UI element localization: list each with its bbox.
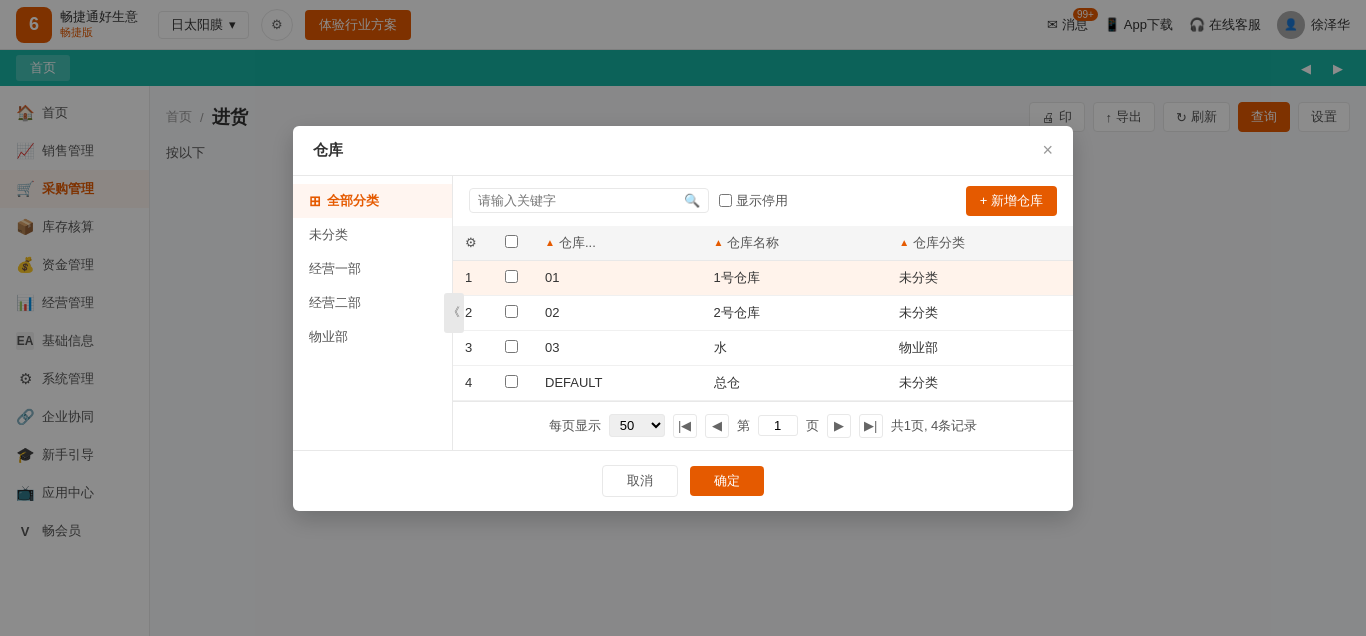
sort-cat-icon: ▲ (899, 237, 909, 248)
table-body: 1 01 1号仓库 未分类 2 02 2号仓库 (453, 260, 1073, 400)
first-page-button[interactable]: |◀ (673, 414, 697, 438)
row-check (493, 365, 533, 400)
row-name: 水 (702, 330, 888, 365)
page-label: 第 (737, 417, 750, 435)
show-disabled-check[interactable] (719, 194, 732, 207)
table-row[interactable]: 2 02 2号仓库 未分类 (453, 295, 1073, 330)
total-label: 共1页, 4条记录 (891, 417, 978, 435)
table-row[interactable]: 3 03 水 物业部 (453, 330, 1073, 365)
search-box: 🔍 (469, 188, 709, 213)
category-panel: ⊞ 全部分类 未分类 经营一部 经营二部 物业部 《 (293, 176, 453, 450)
last-page-button[interactable]: ▶| (859, 414, 883, 438)
row-category: 未分类 (887, 260, 1073, 295)
category-item-0[interactable]: 未分类 (293, 218, 452, 252)
modal-overlay: 仓库 × ⊞ 全部分类 未分类 经营一部 经营二部 (0, 0, 1366, 636)
th-checkbox (493, 226, 533, 261)
row-num: 4 (453, 365, 493, 400)
category-item-3[interactable]: 物业部 (293, 320, 452, 354)
row-category: 未分类 (887, 295, 1073, 330)
modal-close-button[interactable]: × (1042, 140, 1053, 161)
sort-name-icon: ▲ (714, 237, 724, 248)
category-item-2[interactable]: 经营二部 (293, 286, 452, 320)
row-name: 2号仓库 (702, 295, 888, 330)
per-page-select[interactable]: 50 100 200 (609, 414, 665, 437)
row-name: 总仓 (702, 365, 888, 400)
row-name: 1号仓库 (702, 260, 888, 295)
table-panel: 🔍 显示停用 + 新增仓库 ⚙ (453, 176, 1073, 450)
table-header: ⚙ ▲ 仓库... (453, 226, 1073, 261)
row-check (493, 330, 533, 365)
search-input[interactable] (478, 193, 684, 208)
category-item-1[interactable]: 经营一部 (293, 252, 452, 286)
per-page-label: 每页显示 (549, 417, 601, 435)
show-disabled-label: 显示停用 (736, 192, 788, 210)
th-code: ▲ 仓库... (533, 226, 702, 261)
table-toolbar: 🔍 显示停用 + 新增仓库 (453, 176, 1073, 226)
pagination: 每页显示 50 100 200 |◀ ◀ 第 页 ▶ ▶| 共1页, 4条记录 (453, 401, 1073, 450)
modal-footer: 取消 确定 (293, 450, 1073, 511)
warehouse-modal: 仓库 × ⊞ 全部分类 未分类 经营一部 经营二部 (293, 126, 1073, 511)
category-collapse-button[interactable]: 《 (444, 293, 464, 333)
category-all-label: 全部分类 (327, 192, 379, 210)
page-unit: 页 (806, 417, 819, 435)
grid-icon: ⊞ (309, 193, 321, 209)
row-category: 未分类 (887, 365, 1073, 400)
modal-header: 仓库 × (293, 126, 1073, 176)
row-check (493, 295, 533, 330)
modal-title: 仓库 (313, 141, 343, 160)
row-code: 01 (533, 260, 702, 295)
modal-body: ⊞ 全部分类 未分类 经营一部 经营二部 物业部 《 (293, 176, 1073, 450)
add-warehouse-button[interactable]: + 新增仓库 (966, 186, 1057, 216)
table-scroll: ⚙ ▲ 仓库... (453, 226, 1073, 401)
table-row[interactable]: 1 01 1号仓库 未分类 (453, 260, 1073, 295)
th-settings: ⚙ (453, 226, 493, 261)
sort-icon: ▲ (545, 237, 555, 248)
next-page-button[interactable]: ▶ (827, 414, 851, 438)
search-icon[interactable]: 🔍 (684, 193, 700, 208)
th-category: ▲ 仓库分类 (887, 226, 1073, 261)
show-disabled-checkbox[interactable]: 显示停用 (719, 192, 788, 210)
row-code: DEFAULT (533, 365, 702, 400)
warehouse-table: ⚙ ▲ 仓库... (453, 226, 1073, 401)
select-all-checkbox[interactable] (505, 235, 518, 248)
category-all[interactable]: ⊞ 全部分类 (293, 184, 452, 218)
cancel-button[interactable]: 取消 (602, 465, 678, 497)
settings-col-icon: ⚙ (465, 235, 477, 250)
prev-page-button[interactable]: ◀ (705, 414, 729, 438)
row-check (493, 260, 533, 295)
table-row[interactable]: 4 DEFAULT 总仓 未分类 (453, 365, 1073, 400)
row-code: 02 (533, 295, 702, 330)
row-num: 1 (453, 260, 493, 295)
confirm-button[interactable]: 确定 (690, 466, 764, 496)
page-input[interactable] (758, 415, 798, 436)
row-category: 物业部 (887, 330, 1073, 365)
row-code: 03 (533, 330, 702, 365)
row-num: 3 (453, 330, 493, 365)
th-name: ▲ 仓库名称 (702, 226, 888, 261)
